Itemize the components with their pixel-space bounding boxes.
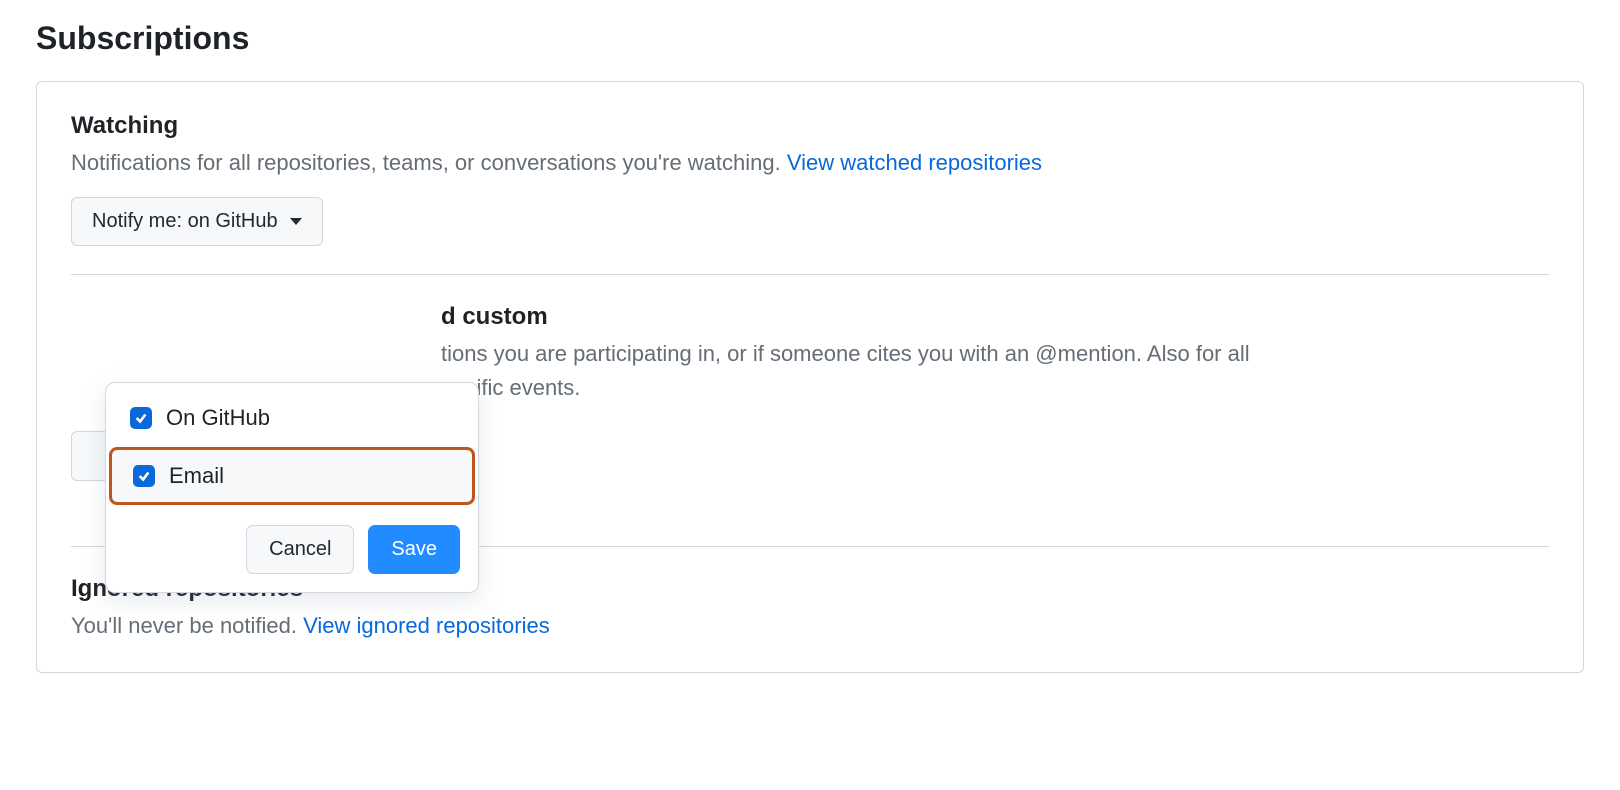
option-email-label: Email (169, 463, 224, 489)
cancel-button[interactable]: Cancel (246, 525, 354, 574)
notify-options-popover: On GitHub Email Cancel Save (105, 382, 479, 593)
participating-desc-line1: tions you are participating in, or if so… (71, 337, 1549, 371)
option-on-github-label: On GitHub (166, 405, 270, 431)
subscriptions-card: Watching Notifications for all repositor… (36, 81, 1584, 673)
checkbox-checked-icon (133, 465, 155, 487)
watching-heading: Watching (71, 112, 1549, 140)
save-button[interactable]: Save (368, 525, 460, 574)
view-ignored-repos-link[interactable]: View ignored repositories (303, 613, 550, 638)
popover-options-list: On GitHub Email (106, 383, 478, 511)
section-divider (71, 274, 1549, 275)
option-on-github[interactable]: On GitHub (106, 389, 478, 447)
popover-actions: Cancel Save (106, 511, 478, 592)
option-email[interactable]: Email (109, 447, 475, 505)
dropdown-label: Notify me: on GitHub (92, 210, 278, 233)
ignored-desc-text: You'll never be notified. (71, 613, 303, 638)
page-title: Subscriptions (36, 20, 1584, 57)
watching-section: Watching Notifications for all repositor… (71, 112, 1549, 246)
caret-down-icon (290, 218, 302, 225)
checkbox-checked-icon (130, 407, 152, 429)
watching-description: Notifications for all repositories, team… (71, 146, 1549, 179)
participating-heading-fragment: d custom (71, 303, 1549, 331)
watching-desc-text: Notifications for all repositories, team… (71, 150, 787, 175)
notify-me-dropdown[interactable]: Notify me: on GitHub (71, 197, 323, 246)
view-watched-repos-link[interactable]: View watched repositories (787, 150, 1042, 175)
ignored-description: You'll never be notified. View ignored r… (71, 609, 1549, 642)
